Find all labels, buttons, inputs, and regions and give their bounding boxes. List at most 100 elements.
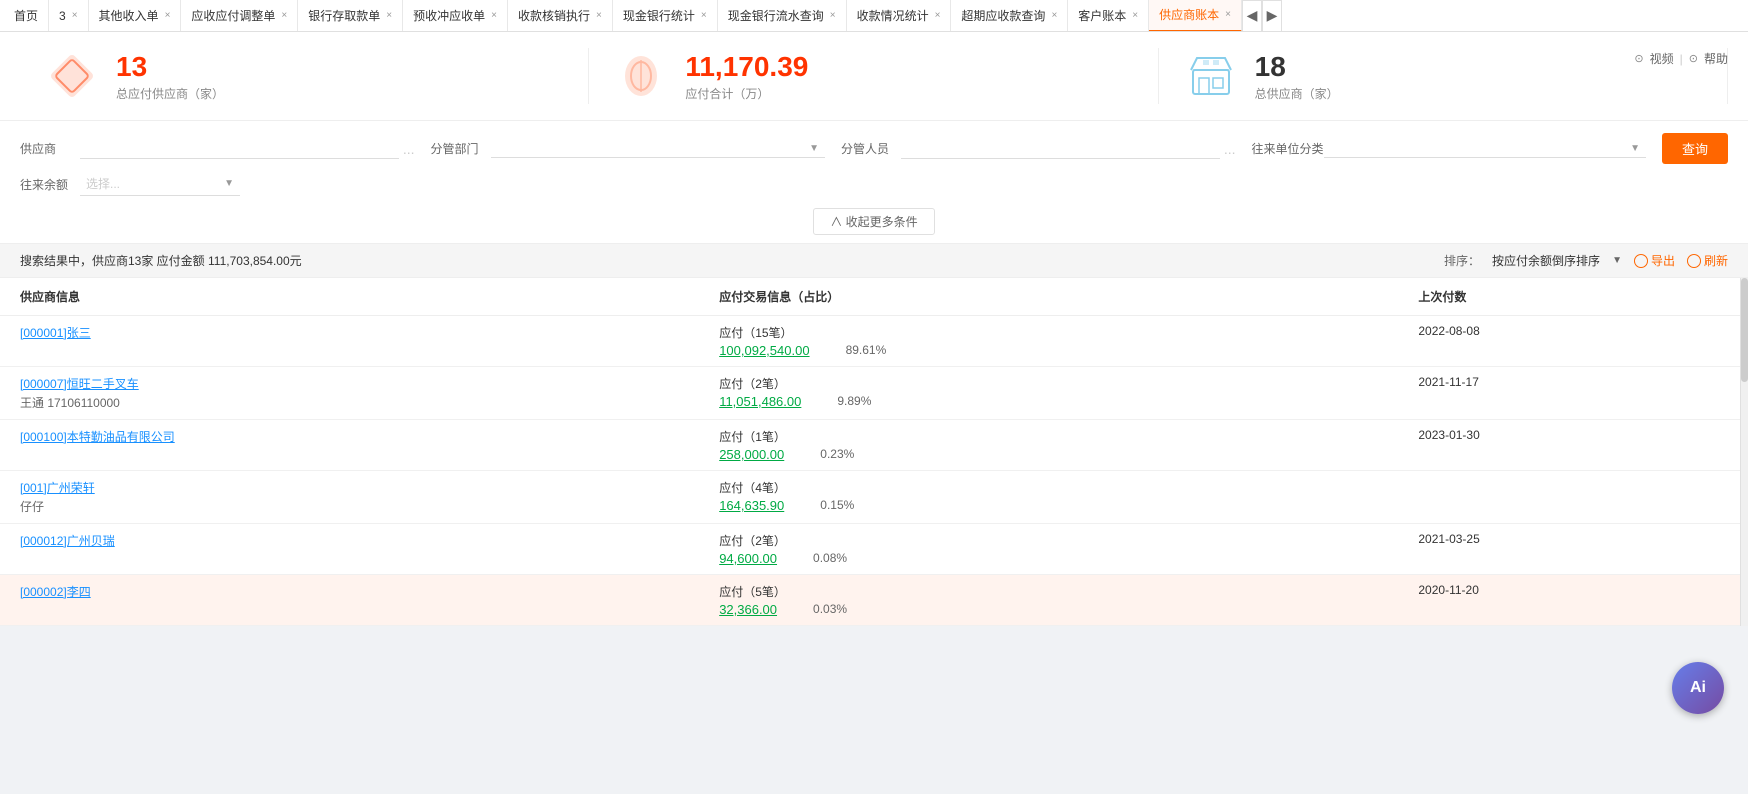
- col-header-supplier: 供应商信息: [0, 278, 699, 316]
- filter-dept: 分管部门 ▼: [431, 140, 826, 158]
- nav-tab-receipt-stat[interactable]: 收款情况统计 ×: [847, 0, 952, 32]
- col-header-payable: 应付交易信息（占比）: [699, 278, 1398, 316]
- supplier-link[interactable]: [001]广州荣轩: [20, 481, 95, 495]
- advance-ar-label: 预收冲应收单: [413, 7, 485, 24]
- scrollbar-thumb[interactable]: [1741, 278, 1748, 382]
- tab3-label: 3: [59, 9, 66, 23]
- filter-supplier: 供应商 ...: [20, 138, 415, 159]
- close-supplier-ledger-icon[interactable]: ×: [1225, 9, 1231, 20]
- nav-tab-ar-ap-adjust[interactable]: 应收应付调整单 ×: [181, 0, 298, 32]
- nav-tab-overdue-ar[interactable]: 超期应收款查询 ×: [951, 0, 1068, 32]
- payable-amount-link[interactable]: 100,092,540.00: [719, 343, 809, 358]
- filter-row-2: 往来余额 选择... ▼: [20, 172, 1728, 196]
- payable-amount-link[interactable]: 32,366.00: [719, 602, 777, 617]
- payable-info-cell: 应付（5笔）32,366.000.03%: [699, 575, 1398, 626]
- nav-tab-advance-ar[interactable]: 预收冲应收单 ×: [403, 0, 508, 32]
- sort-arrow-icon[interactable]: ▼: [1612, 255, 1622, 266]
- dept-select[interactable]: ▼: [491, 140, 826, 158]
- close-cash-bank-flow-icon[interactable]: ×: [830, 10, 836, 21]
- person-dots-button[interactable]: ...: [1224, 141, 1236, 157]
- shop-icon: [1183, 48, 1239, 104]
- table-row: [000007]恒旺二手叉车王通 17106110000应付（2笔）11,051…: [0, 367, 1748, 420]
- sort-value-button[interactable]: 按应付余额倒序排序: [1492, 252, 1600, 269]
- home-label: 首页: [14, 7, 38, 24]
- person-filter-label: 分管人员: [841, 140, 901, 157]
- supplier-link[interactable]: [000012]广州贝瑞: [20, 534, 115, 548]
- cash-bank-flow-label: 现金银行流水查询: [728, 7, 824, 24]
- balance-filter-label: 往来余额: [20, 176, 80, 193]
- table-header-row: 供应商信息 应付交易信息（占比） 上次付数: [0, 278, 1748, 316]
- collapse-button[interactable]: ∧ 收起更多条件: [813, 208, 934, 235]
- payable-count: 应付（1笔）: [719, 428, 1378, 445]
- close-ar-ap-icon[interactable]: ×: [281, 10, 287, 21]
- supplier-info-cell: [000012]广州贝瑞: [0, 524, 699, 575]
- payable-amount-link[interactable]: 258,000.00: [719, 447, 784, 462]
- nav-tab-cash-bank-flow[interactable]: 现金银行流水查询 ×: [718, 0, 847, 32]
- diamond-icon: [44, 48, 100, 104]
- payable-amount-link[interactable]: 164,635.90: [719, 498, 784, 513]
- category-select[interactable]: ▼: [1324, 140, 1646, 158]
- payable-total-label: 应付合计（万）: [685, 85, 808, 102]
- nav-tab-other-income[interactable]: 其他收入单 ×: [89, 0, 182, 32]
- supplier-link[interactable]: [000001]张三: [20, 326, 91, 340]
- close-receipt-stat-icon[interactable]: ×: [935, 10, 941, 21]
- nav-tab-receipt-verify[interactable]: 收款核销执行 ×: [508, 0, 613, 32]
- close-receipt-verify-icon[interactable]: ×: [596, 10, 602, 21]
- receipt-stat-label: 收款情况统计: [857, 7, 929, 24]
- last-pay-cell: 2020-11-20: [1398, 575, 1748, 626]
- supplier-info-cell: [000002]李四: [0, 575, 699, 626]
- close-advance-icon[interactable]: ×: [491, 10, 497, 21]
- close-other-income-icon[interactable]: ×: [165, 10, 171, 21]
- nav-tab-supplier-ledger[interactable]: 供应商账本 ×: [1149, 0, 1242, 32]
- sort-label: 排序：: [1444, 252, 1480, 269]
- supplier-table: 供应商信息 应付交易信息（占比） 上次付数 [000001]张三 应付（15笔）1…: [0, 278, 1748, 626]
- ar-ap-adjust-label: 应收应付调整单: [191, 7, 275, 24]
- nav-tab-home[interactable]: 首页: [4, 0, 49, 32]
- payable-info-cell: 应付（15笔）100,092,540.0089.61%: [699, 316, 1398, 367]
- export-button[interactable]: 导出: [1634, 252, 1675, 269]
- payable-amount-link[interactable]: 94,600.00: [719, 551, 777, 566]
- supplier-link[interactable]: [000002]李四: [20, 585, 91, 599]
- payable-amount-link[interactable]: 11,051,486.00: [719, 394, 801, 409]
- nav-tab-3[interactable]: 3 ×: [49, 0, 89, 32]
- supplier-info-cell: [000100]本特勤油品有限公司: [0, 420, 699, 471]
- receipt-verify-label: 收款核销执行: [518, 7, 590, 24]
- payable-percent: 0.03%: [797, 602, 847, 616]
- query-button[interactable]: 查询: [1662, 133, 1728, 164]
- ai-fab-button[interactable]: Ai: [1672, 662, 1724, 714]
- payable-info-cell: 应付（2笔）94,600.000.08%: [699, 524, 1398, 575]
- nav-tab-bank-deposit[interactable]: 银行存取款单 ×: [298, 0, 403, 32]
- supplier-dots-button[interactable]: ...: [403, 141, 415, 157]
- nav-tab-customer-ledger[interactable]: 客户账本 ×: [1068, 0, 1149, 32]
- balance-select[interactable]: 选择... ▼: [80, 172, 240, 196]
- refresh-label: 刷新: [1704, 252, 1728, 269]
- nav-left-arrow[interactable]: ◀: [1242, 0, 1262, 32]
- payable-percent: 0.15%: [804, 498, 854, 512]
- summary-area: 13 总应付供应商（家） 11,170.39 应付合计（万）: [0, 32, 1748, 121]
- close-bank-icon[interactable]: ×: [386, 10, 392, 21]
- nav-right-arrow[interactable]: ▶: [1262, 0, 1282, 32]
- separator: |: [1680, 52, 1683, 66]
- close-tab3-icon[interactable]: ×: [72, 10, 78, 21]
- close-cash-bank-stat-icon[interactable]: ×: [701, 10, 707, 21]
- last-pay-cell: 2022-08-08: [1398, 316, 1748, 367]
- filter-category: 往来单位分类 ▼: [1252, 140, 1647, 158]
- refresh-button[interactable]: 刷新: [1687, 252, 1728, 269]
- nav-tab-cash-bank-stat[interactable]: 现金银行统计 ×: [613, 0, 718, 32]
- supplier-filter-label: 供应商: [20, 140, 80, 157]
- table-row: [000002]李四应付（5笔）32,366.000.03%2020-11-20: [0, 575, 1748, 626]
- close-overdue-ar-icon[interactable]: ×: [1051, 10, 1057, 21]
- right-scrollbar[interactable]: [1740, 278, 1748, 626]
- overdue-ar-label: 超期应收款查询: [961, 7, 1045, 24]
- supplier-link[interactable]: [000007]恒旺二手叉车: [20, 377, 139, 391]
- export-circle-icon: [1634, 254, 1648, 268]
- person-input[interactable]: [901, 138, 1220, 159]
- help-link[interactable]: 帮助: [1704, 50, 1728, 67]
- summary-text-total-suppliers: 18 总供应商（家）: [1255, 50, 1339, 103]
- close-customer-ledger-icon[interactable]: ×: [1132, 10, 1138, 21]
- top-navigation: 首页 3 × 其他收入单 × 应收应付调整单 × 银行存取款单 × 预收冲应收单…: [0, 0, 1748, 32]
- video-link[interactable]: 视频: [1650, 50, 1674, 67]
- payable-count: 应付（4笔）: [719, 479, 1378, 496]
- supplier-link[interactable]: [000100]本特勤油品有限公司: [20, 430, 175, 444]
- supplier-input[interactable]: [80, 138, 399, 159]
